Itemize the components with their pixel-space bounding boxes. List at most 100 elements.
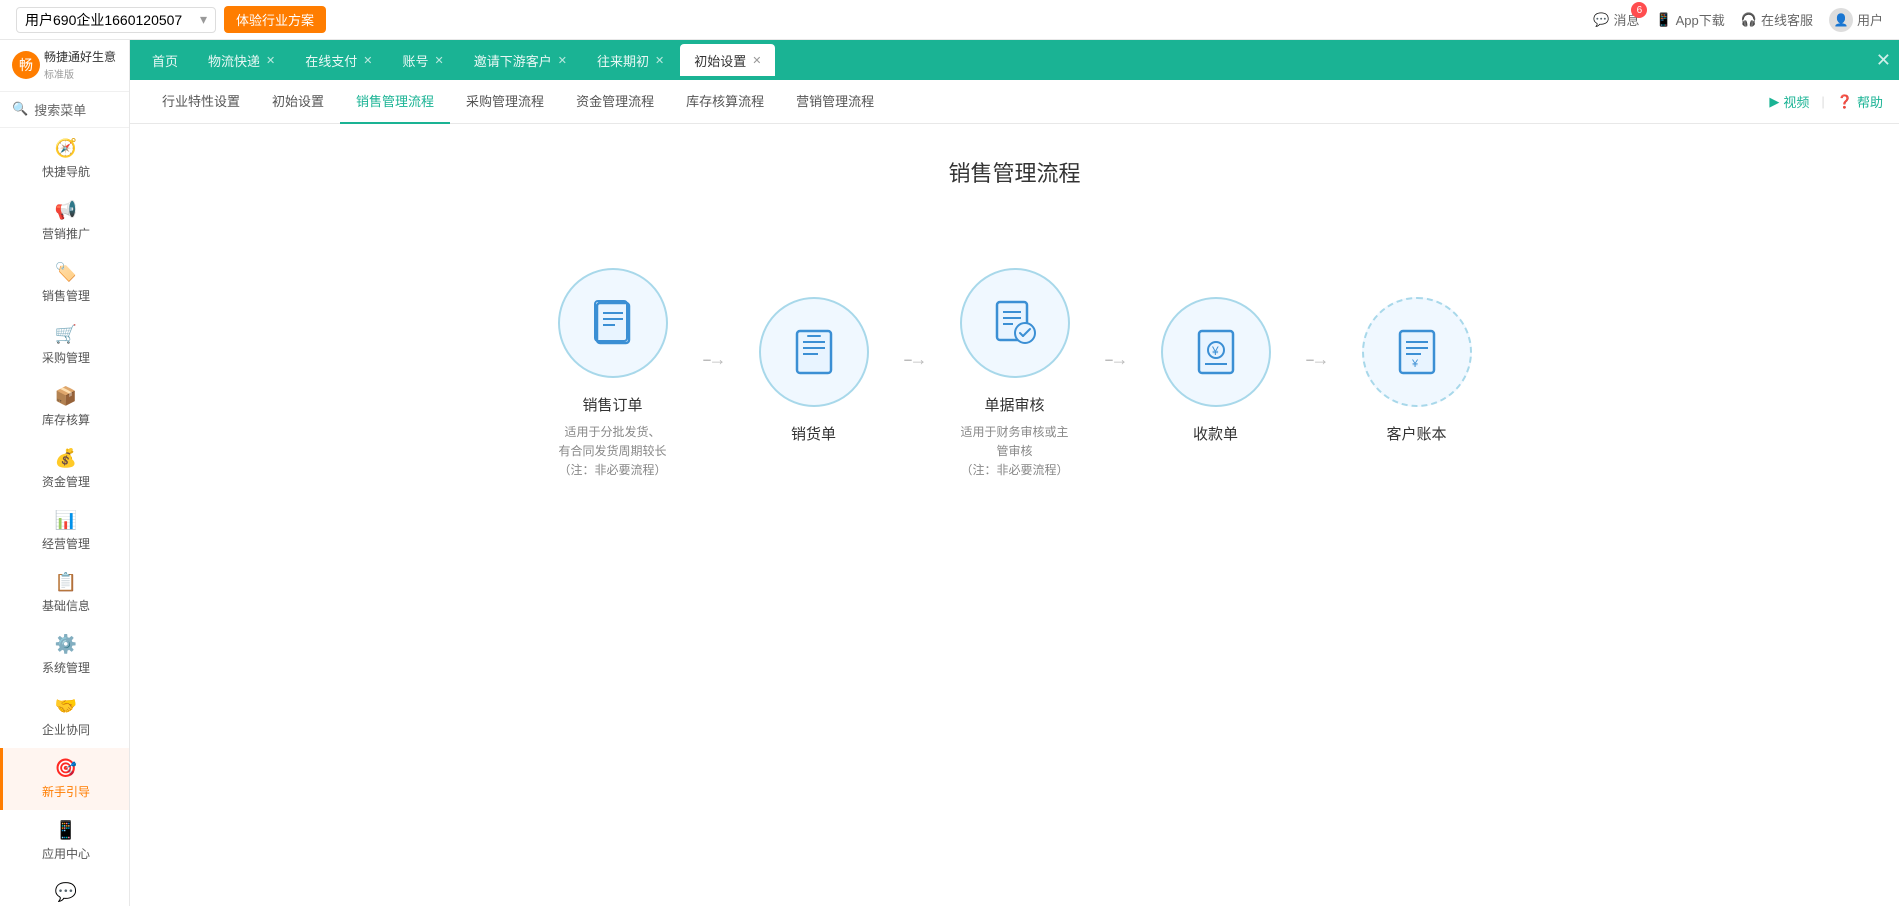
sub-tab-capital-flow[interactable]: 资金管理流程 (560, 80, 670, 124)
sales-mgmt-label: 销售管理 (42, 287, 90, 304)
nav-tab-account-label: 账号 (402, 51, 428, 70)
experience-btn[interactable]: 体验行业方案 (224, 6, 326, 33)
logo-text-container: 畅捷通好生意 标准版 (44, 50, 116, 81)
flow-step-document-review: 单据审核 适用于财务审核或主管审核（注：非必要流程） (925, 268, 1105, 481)
online-service-item[interactable]: 🎧 在线客服 (1741, 10, 1813, 29)
flow-circle-document-review (960, 268, 1070, 378)
nav-tab-home[interactable]: 首页 (138, 44, 192, 76)
sidebar: 畅 畅捷通好生意 标准版 🔍 搜索菜单 🧭 快捷导航 📢 营销推广 🏷️ 销售管… (0, 40, 130, 906)
nav-tab-initial-setup-label: 初始设置 (694, 51, 746, 70)
flow-circle-sales-invoice (759, 297, 869, 407)
nav-tab-logistics[interactable]: 物流快递 ✕ (194, 44, 289, 76)
nav-tab-invite-downstream[interactable]: 邀请下游客户 ✕ (460, 44, 581, 76)
sub-tab-initial-setup[interactable]: 初始设置 (256, 80, 340, 124)
sidebar-item-new-user-guide[interactable]: 🎯 新手引导 (0, 748, 129, 810)
sub-tab-purchase-flow[interactable]: 采购管理流程 (450, 80, 560, 124)
help-label: 帮助 (1857, 92, 1883, 111)
avatar-icon: 👤 (1829, 8, 1853, 32)
quick-nav-icon: 🧭 (55, 138, 77, 159)
sidebar-search[interactable]: 🔍 搜索菜单 (0, 92, 129, 128)
user-display-label: 用户 (1857, 10, 1883, 29)
receipt-icon: ¥ (1190, 326, 1242, 378)
flow-chart: 销售订单 适用于分批发货、有合同发货周期较长（注：非必要流程） --→ (170, 248, 1859, 501)
nav-tabs-bar: 首页 物流快递 ✕ 在线支付 ✕ 账号 ✕ 邀请下游客户 ✕ 往来期初 ✕ (130, 40, 1899, 80)
logo-sub: 标准版 (44, 66, 116, 81)
sub-tab-industry-settings-label: 行业特性设置 (162, 91, 240, 110)
nav-tab-logistics-close[interactable]: ✕ (266, 54, 275, 67)
nav-tab-past-period[interactable]: 往来期初 ✕ (583, 44, 678, 76)
flow-circle-sales-order (558, 268, 668, 378)
sidebar-item-inventory[interactable]: 📦 库存核算 (0, 376, 129, 438)
flow-step-receipt: ¥ 收款单 (1126, 297, 1306, 452)
search-icon: 🔍 (12, 101, 28, 117)
user-selector[interactable]: 用户690企业1660120507 ▾ (16, 7, 216, 33)
search-menu-btn[interactable]: 🔍 搜索菜单 (12, 100, 117, 119)
sidebar-item-purchase-mgmt[interactable]: 🛒 采购管理 (0, 314, 129, 376)
nav-tab-initial-setup-close[interactable]: ✕ (752, 54, 761, 67)
enterprise-wechat-icon: 💬 (55, 882, 77, 903)
app-download-label: App下载 (1676, 10, 1725, 29)
message-icon: 💬 (1593, 12, 1609, 28)
purchase-mgmt-label: 采购管理 (42, 349, 90, 366)
sub-tab-right: ▶ 视频 | ❓ 帮助 (1769, 92, 1883, 111)
video-help-btn[interactable]: ▶ 视频 (1769, 92, 1809, 111)
sub-tab-capital-flow-label: 资金管理流程 (576, 91, 654, 110)
sidebar-item-app-center[interactable]: 📱 应用中心 (0, 810, 129, 872)
sidebar-item-enterprise-collab[interactable]: 🤝 企业协同 (0, 686, 129, 748)
nav-tab-online-pay[interactable]: 在线支付 ✕ (291, 44, 386, 76)
svg-text:¥: ¥ (1411, 358, 1419, 370)
sidebar-item-operations[interactable]: 📊 经营管理 (0, 500, 129, 562)
flow-circle-receipt: ¥ (1161, 297, 1271, 407)
nav-tab-home-label: 首页 (152, 51, 178, 70)
nav-tab-online-pay-close[interactable]: ✕ (363, 54, 372, 67)
logo-text: 畅捷通好生意 (44, 50, 116, 66)
flow-arrow-4: --→ (1306, 329, 1327, 370)
system-mgmt-label: 系统管理 (42, 659, 90, 676)
flow-label-document-review: 单据审核 (984, 394, 1044, 415)
flow-step-sales-order: 销售订单 适用于分批发货、有合同发货周期较长（注：非必要流程） (523, 268, 703, 481)
nav-tab-initial-setup[interactable]: 初始设置 ✕ (680, 44, 775, 76)
close-all-tabs-btn[interactable]: ✕ (1876, 50, 1891, 71)
app-download-item[interactable]: 📱 App下载 (1655, 10, 1724, 29)
arrow-icon-1: --→ (703, 349, 724, 370)
app-center-icon: 📱 (55, 820, 77, 841)
finance-label: 资金管理 (42, 473, 90, 490)
sidebar-item-enterprise-wechat[interactable]: 💬 企业微信 (0, 872, 129, 906)
sub-tab-industry-settings[interactable]: 行业特性设置 (146, 80, 256, 124)
arrow-icon-4: --→ (1306, 349, 1327, 370)
dropdown-arrow-icon: ▾ (200, 11, 207, 28)
flow-step-customer-account: ¥ 客户账本 (1327, 297, 1507, 452)
sidebar-item-sales-mgmt[interactable]: 🏷️ 销售管理 (0, 252, 129, 314)
sub-tab-bar: 行业特性设置 初始设置 销售管理流程 采购管理流程 资金管理流程 库存核算流程 … (130, 80, 1899, 124)
page-title: 销售管理流程 (170, 156, 1859, 188)
sub-tab-sales-flow[interactable]: 销售管理流程 (340, 80, 450, 124)
sales-mgmt-icon: 🏷️ (55, 262, 77, 283)
inventory-icon: 📦 (55, 386, 77, 407)
flow-arrow-3: --→ (1105, 329, 1126, 370)
nav-tab-past-period-close[interactable]: ✕ (655, 54, 664, 67)
sub-tab-marketing-flow[interactable]: 营销管理流程 (780, 80, 890, 124)
help-btn[interactable]: ❓ 帮助 (1837, 92, 1883, 111)
sidebar-item-system-mgmt[interactable]: ⚙️ 系统管理 (0, 624, 129, 686)
marketing-promo-icon: 📢 (55, 200, 77, 221)
customer-account-icon: ¥ (1391, 326, 1443, 378)
user-avatar-item[interactable]: 👤 用户 (1829, 8, 1883, 32)
sub-tab-initial-setup-label: 初始设置 (272, 91, 324, 110)
main-layout: 畅 畅捷通好生意 标准版 🔍 搜索菜单 🧭 快捷导航 📢 营销推广 🏷️ 销售管… (0, 40, 1899, 906)
sub-tab-sales-flow-label: 销售管理流程 (356, 91, 434, 110)
sub-tab-inventory-flow[interactable]: 库存核算流程 (670, 80, 780, 124)
basic-info-icon: 📋 (55, 572, 77, 593)
operations-icon: 📊 (55, 510, 77, 531)
nav-tab-logistics-label: 物流快递 (208, 51, 260, 70)
finance-icon: 💰 (55, 448, 77, 469)
message-item[interactable]: 💬 消息 6 (1593, 10, 1639, 29)
sidebar-item-marketing-promo[interactable]: 📢 营销推广 (0, 190, 129, 252)
sidebar-item-finance[interactable]: 💰 资金管理 (0, 438, 129, 500)
nav-tab-account-close[interactable]: ✕ (435, 54, 444, 67)
nav-tab-invite-close[interactable]: ✕ (558, 54, 567, 67)
document-review-icon (989, 297, 1041, 349)
sidebar-item-quick-nav[interactable]: 🧭 快捷导航 (0, 128, 129, 190)
flow-label-receipt: 收款单 (1193, 423, 1238, 444)
nav-tab-account[interactable]: 账号 ✕ (388, 44, 457, 76)
sidebar-item-basic-info[interactable]: 📋 基础信息 (0, 562, 129, 624)
